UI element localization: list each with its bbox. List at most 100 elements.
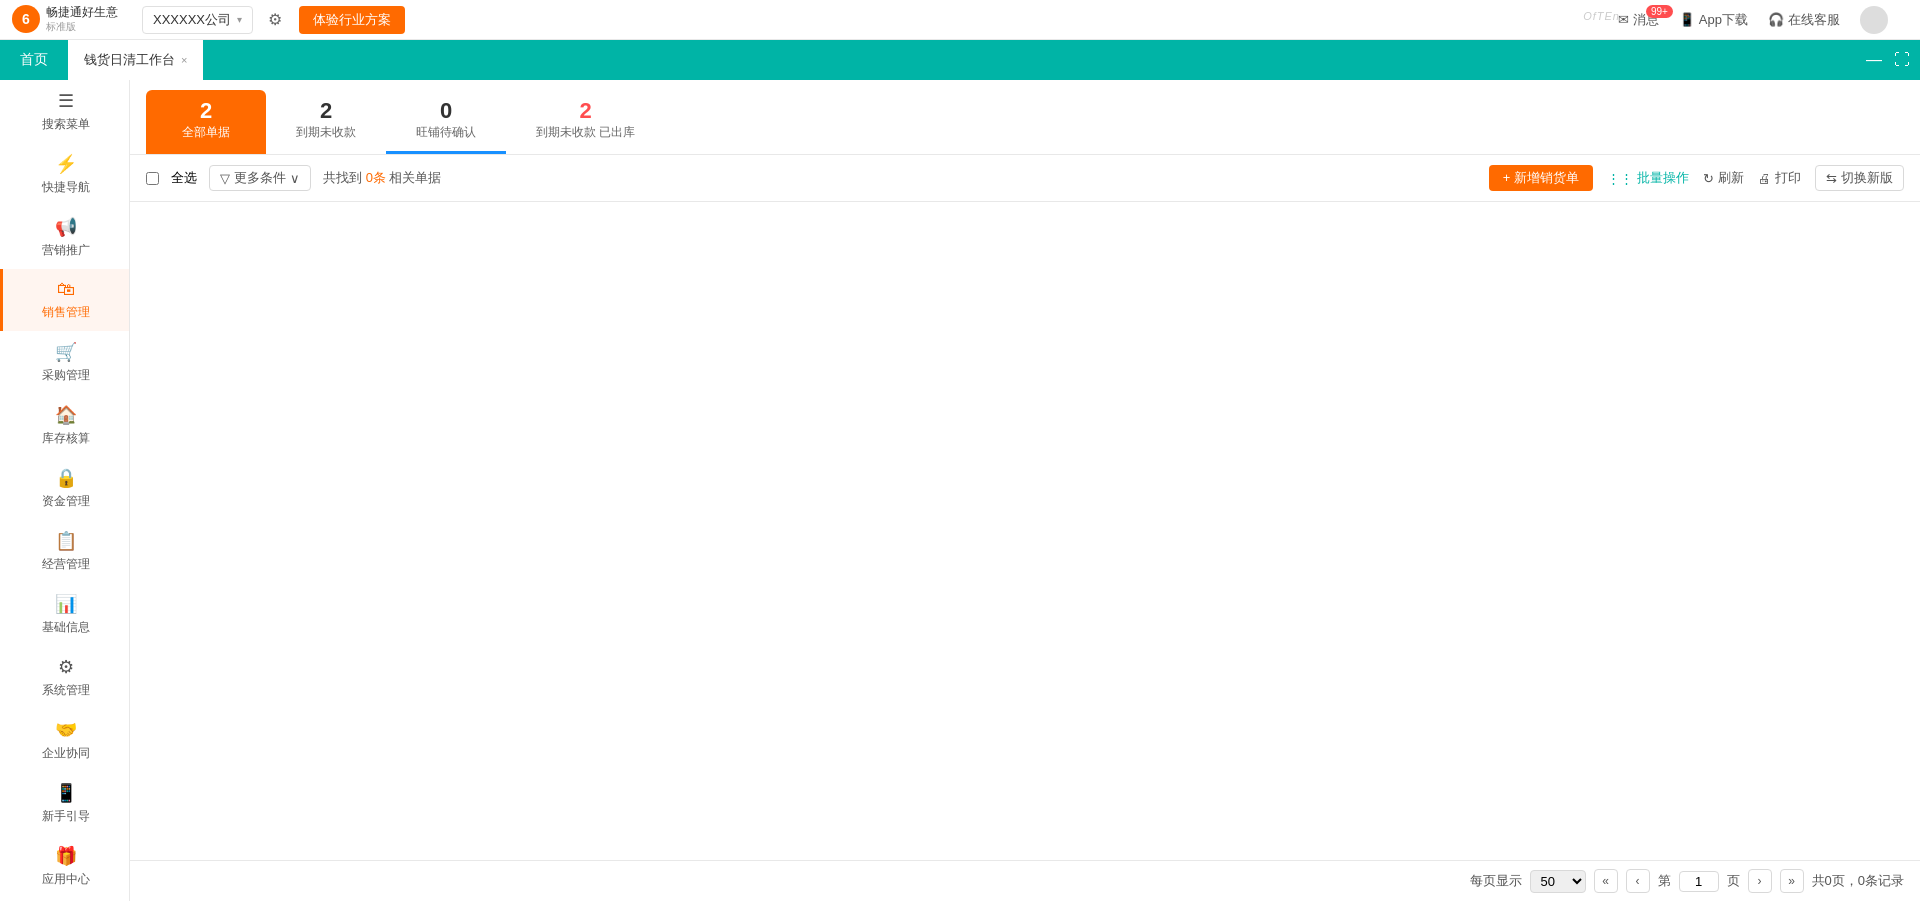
switch-label: 切换新版 (1841, 169, 1893, 187)
stat-tab-overdue[interactable]: 2 到期未收款 (266, 90, 386, 154)
found-suffix: 相关单据 (389, 170, 441, 185)
per-page-select[interactable]: 50 100 200 (1530, 870, 1586, 893)
online-service-item[interactable]: 🎧 在线客服 (1768, 11, 1840, 29)
sidebar-label-search-menu: 搜索菜单 (42, 116, 90, 133)
sidebar-item-inventory[interactable]: 🏠 库存核算 (0, 394, 129, 457)
add-sales-order-button[interactable]: + 新增销货单 (1489, 165, 1593, 191)
marketing-icon: 📢 (55, 216, 77, 238)
maximize-icon[interactable]: ⛶ (1894, 51, 1910, 69)
last-page-button[interactable]: » (1780, 869, 1804, 893)
user-avatar[interactable] (1860, 6, 1888, 34)
sidebar-label-inventory: 库存核算 (42, 430, 90, 447)
sales-icon: 🛍 (57, 279, 75, 300)
operations-icon: 📋 (55, 530, 77, 552)
sidebar-label-basic-info: 基础信息 (42, 619, 90, 636)
sidebar-item-operations[interactable]: 📋 经营管理 (0, 520, 129, 583)
page-number-input[interactable] (1679, 871, 1719, 892)
switch-version-button[interactable]: ⇆ 切换新版 (1815, 165, 1904, 191)
tab-close-icon[interactable]: × (181, 54, 187, 66)
filter-arrow-icon: ∨ (290, 171, 300, 186)
logo-icon: 6 (12, 5, 40, 33)
content-area: 2 全部单据 2 到期未收款 0 旺铺待确认 2 到期未收款 已出库 全选 ▽ … (130, 80, 1920, 901)
minimize-icon[interactable]: — (1866, 51, 1882, 69)
stat-num-overdue: 2 (320, 98, 332, 124)
sidebar-item-system[interactable]: ⚙ 系统管理 (0, 646, 129, 709)
refresh-button[interactable]: ↻ 刷新 (1703, 169, 1744, 187)
total-records-label: 共0页，0条记录 (1812, 872, 1904, 890)
stat-tab-all[interactable]: 2 全部单据 (146, 90, 266, 154)
watermark: OfTEn (1583, 10, 1620, 22)
company-name: XXXXXX公司 (153, 11, 231, 29)
stat-tab-overdue-shipped[interactable]: 2 到期未收款 已出库 (506, 90, 665, 154)
sidebar-item-funds[interactable]: 🔒 资金管理 (0, 457, 129, 520)
sidebar-label-operations: 经营管理 (42, 556, 90, 573)
stat-num-pending: 0 (440, 98, 452, 124)
sidebar-label-quick-nav: 快捷导航 (42, 179, 90, 196)
per-page-label: 每页显示 (1470, 872, 1522, 890)
stat-label-pending: 旺铺待确认 (416, 124, 476, 141)
print-button[interactable]: 🖨 打印 (1758, 169, 1801, 187)
settings-icon[interactable]: ⚙ (261, 6, 289, 34)
sidebar-label-marketing: 营销推广 (42, 242, 90, 259)
batch-label: 批量操作 (1637, 169, 1689, 187)
stat-tab-pending[interactable]: 0 旺铺待确认 (386, 90, 506, 154)
stat-label-overdue-shipped: 到期未收款 已出库 (536, 124, 635, 141)
company-dropdown-arrow: ▾ (237, 14, 242, 25)
filter-button[interactable]: ▽ 更多条件 ∨ (209, 165, 311, 191)
purchase-icon: 🛒 (55, 341, 77, 363)
stat-num-overdue-shipped: 2 (580, 98, 592, 124)
messages-item[interactable]: ✉ 消息 99+ (1618, 11, 1659, 29)
company-selector[interactable]: XXXXXX公司 ▾ (142, 6, 253, 34)
toolbar-right: + 新增销货单 ⋮⋮ 批量操作 ↻ 刷新 🖨 打印 ⇆ 切换新版 (1489, 165, 1904, 191)
stat-num-all: 2 (200, 98, 212, 124)
app-download-item[interactable]: 📱 App下载 (1679, 11, 1748, 29)
experience-button[interactable]: 体验行业方案 (299, 6, 405, 34)
basic-info-icon: 📊 (55, 593, 77, 615)
sidebar-label-app-center: 应用中心 (42, 871, 90, 888)
sidebar-item-purchase[interactable]: 🛒 采购管理 (0, 331, 129, 394)
select-all-checkbox[interactable] (146, 172, 159, 185)
tab-home[interactable]: 首页 (0, 40, 68, 80)
sidebar-item-app-center[interactable]: 🎁 应用中心 (0, 835, 129, 898)
sidebar-item-basic-info[interactable]: 📊 基础信息 (0, 583, 129, 646)
tab-active[interactable]: 钱货日清工作台 × (68, 40, 203, 80)
sidebar-item-sales[interactable]: 🛍 销售管理 (0, 269, 129, 331)
batch-operation-button[interactable]: ⋮⋮ 批量操作 (1607, 169, 1689, 187)
print-label: 打印 (1775, 169, 1801, 187)
sidebar-item-quick-nav[interactable]: ⚡ 快捷导航 (0, 143, 129, 206)
prev-page-button[interactable]: ‹ (1626, 869, 1650, 893)
tab-bar: 首页 钱货日清工作台 × — ⛶ (0, 40, 1920, 80)
system-icon: ⚙ (58, 656, 74, 678)
logo-area: 6 畅捷通好生意 标准版 (12, 5, 142, 33)
service-icon: 🎧 (1768, 12, 1784, 27)
next-page-button[interactable]: › (1748, 869, 1772, 893)
tab-active-label: 钱货日清工作台 (84, 51, 175, 69)
stat-label-overdue: 到期未收款 (296, 124, 356, 141)
main-layout: ☰ 搜索菜单 ⚡ 快捷导航 📢 营销推广 🛍 销售管理 🛒 采购管理 🏠 库存核… (0, 80, 1920, 901)
page-suffix: 页 (1727, 872, 1740, 890)
messages-badge: 99+ (1646, 5, 1673, 18)
found-prefix: 共找到 (323, 170, 362, 185)
pagination: 每页显示 50 100 200 « ‹ 第 页 › » 共0页，0条记录 (130, 860, 1920, 901)
cooperation-icon: 🤝 (55, 719, 77, 741)
online-service-label: 在线客服 (1788, 11, 1840, 29)
sidebar-item-marketing[interactable]: 📢 营销推广 (0, 206, 129, 269)
refresh-label: 刷新 (1718, 169, 1744, 187)
sidebar-item-cooperation[interactable]: 🤝 企业协同 (0, 709, 129, 772)
phone-icon: 📱 (1679, 12, 1695, 27)
batch-icon: ⋮⋮ (1607, 171, 1633, 186)
first-page-button[interactable]: « (1594, 869, 1618, 893)
app-center-icon: 🎁 (55, 845, 77, 867)
stat-label-all: 全部单据 (182, 124, 230, 141)
tab-bar-actions: — ⛶ (1866, 51, 1920, 69)
found-text: 共找到 0条 相关单据 (323, 169, 441, 187)
logo-title: 畅捷通好生意 (46, 5, 118, 19)
top-right-actions: ✉ 消息 99+ 📱 App下载 🎧 在线客服 (1618, 6, 1908, 34)
select-all-label: 全选 (171, 169, 197, 187)
sidebar-item-search-menu[interactable]: ☰ 搜索菜单 (0, 80, 129, 143)
sidebar-label-guide: 新手引导 (42, 808, 90, 825)
quick-nav-icon: ⚡ (55, 153, 77, 175)
sidebar-item-guide[interactable]: 📱 新手引导 (0, 772, 129, 835)
table-area (130, 202, 1920, 860)
guide-icon: 📱 (55, 782, 77, 804)
